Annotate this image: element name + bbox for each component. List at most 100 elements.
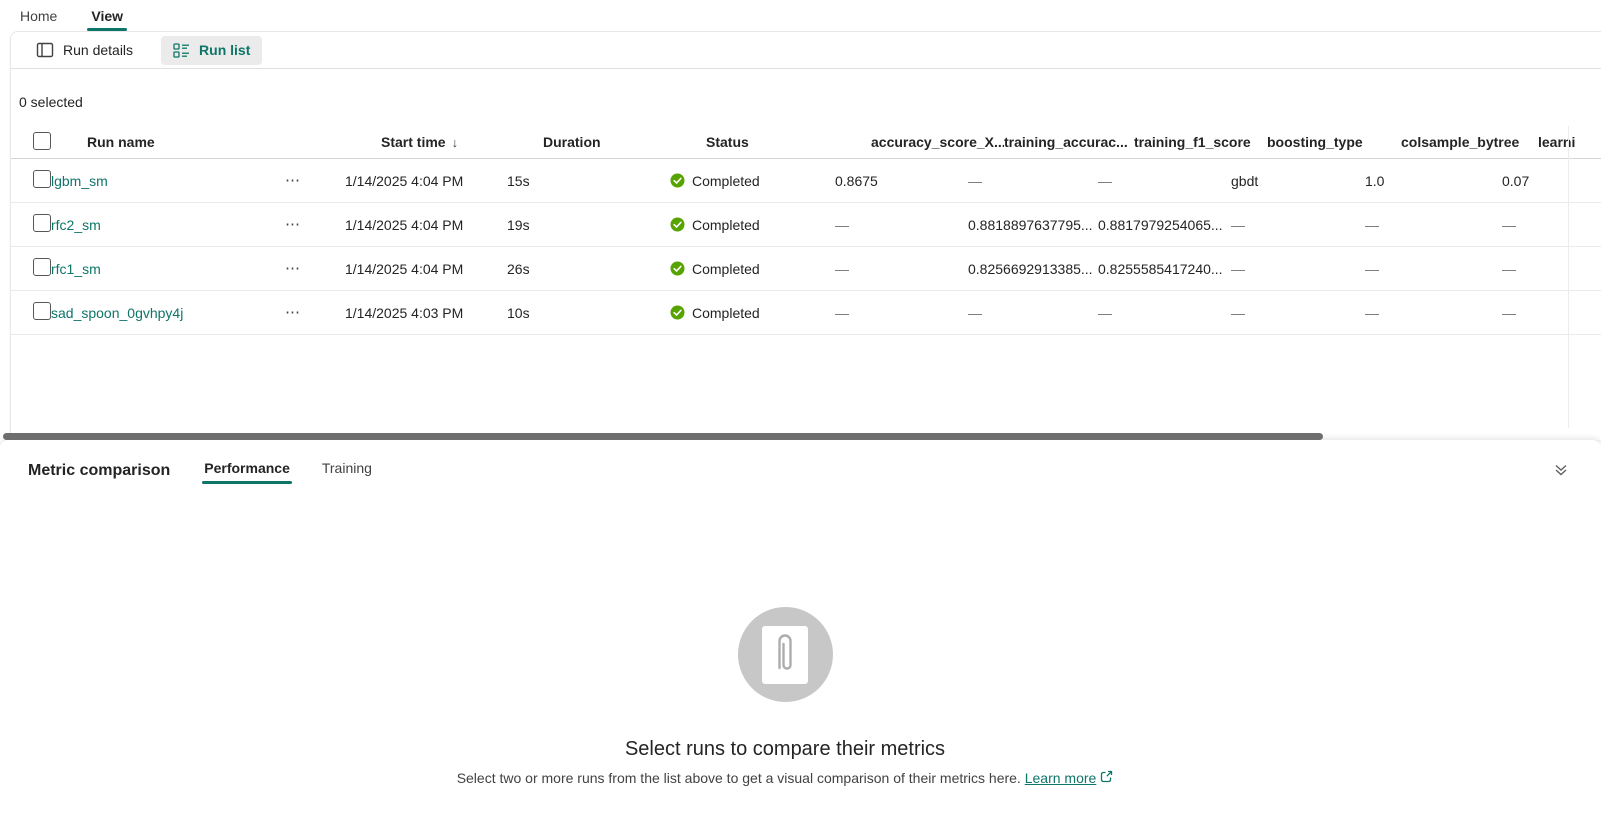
metric-cell: 0.07 — [1502, 172, 1530, 189]
column-header[interactable]: accuracy_score_X... — [871, 134, 1004, 150]
tab-training[interactable]: Training — [320, 456, 374, 486]
tab-performance[interactable]: Performance — [202, 456, 292, 486]
horizontal-scrollbar-thumb[interactable] — [3, 433, 1323, 440]
run-name-cell: sad_spoon_0gvhpy4j ⋯ — [51, 305, 345, 321]
metric-cell: — — [968, 304, 982, 321]
metric-cell: — — [968, 172, 982, 189]
column-header[interactable]: boosting_type — [1267, 134, 1401, 150]
start-time-cell: 1/14/2025 4:04 PM — [345, 260, 464, 277]
status-cell: Completed — [670, 173, 835, 189]
run-name-link[interactable]: lgbm_sm — [51, 173, 108, 189]
row-checkbox[interactable] — [33, 214, 51, 232]
metric-cell: 0.8256692913385... — [968, 260, 1093, 277]
empty-state-description-text: Select two or more runs from the list ab… — [456, 770, 1021, 786]
status-cell: Completed — [670, 261, 835, 277]
column-header-label: colsample_bytree — [1401, 134, 1520, 150]
table-row[interactable]: rfc1_sm ⋯ 1/14/2025 4:04 PM 26s Complete… — [11, 247, 1601, 291]
column-header-label: boosting_type — [1267, 134, 1363, 150]
run-list-button[interactable]: Run list — [161, 35, 263, 65]
metric-cell: 1.0 — [1365, 172, 1385, 189]
table-row[interactable]: rfc2_sm ⋯ 1/14/2025 4:04 PM 19s Complete… — [11, 203, 1601, 247]
duration-cell: 19s — [507, 216, 530, 233]
learn-more-link[interactable]: Learn more — [1025, 770, 1114, 786]
column-header-label: training_f1_score — [1134, 134, 1251, 150]
selection-status: 0 selected — [19, 94, 83, 110]
status-label: Completed — [692, 172, 760, 189]
double-chevron-down-icon — [1553, 462, 1569, 481]
metric-cell: — — [835, 304, 849, 321]
metric-cell: — — [1231, 260, 1245, 277]
column-header-label: Start time — [381, 134, 446, 150]
completed-status-icon — [670, 305, 685, 320]
more-actions-button[interactable]: ⋯ — [285, 305, 301, 320]
row-checkbox-cell — [11, 170, 51, 191]
status-label: Completed — [692, 304, 760, 321]
run-name-link[interactable]: sad_spoon_0gvhpy4j — [51, 305, 183, 321]
run-name-cell: lgbm_sm ⋯ — [51, 173, 345, 189]
run-name-cell: rfc1_sm ⋯ — [51, 261, 345, 277]
run-name-cell: rfc2_sm ⋯ — [51, 217, 345, 233]
run-name-link[interactable]: rfc2_sm — [51, 217, 101, 233]
column-header-label: accuracy_score_X... — [871, 134, 1004, 150]
attachment-document-icon — [762, 625, 808, 684]
tab-view[interactable]: View — [87, 2, 127, 31]
column-header[interactable]: colsample_bytree — [1401, 134, 1538, 150]
more-actions-button[interactable]: ⋯ — [285, 217, 301, 232]
ribbon-tabstrip: Home View — [0, 0, 1601, 31]
column-header[interactable]: Status — [706, 134, 871, 150]
column-header-label: Duration — [543, 134, 601, 150]
column-header[interactable]: Run name — [87, 134, 381, 150]
metric-cell: — — [1098, 304, 1112, 321]
table-row[interactable]: sad_spoon_0gvhpy4j ⋯ 1/14/2025 4:03 PM 1… — [11, 291, 1601, 335]
tab-home[interactable]: Home — [18, 2, 59, 30]
table-right-divider — [1568, 126, 1569, 428]
metric-panel-title: Metric comparison — [28, 462, 171, 479]
duration-cell: 10s — [507, 304, 530, 321]
table-row[interactable]: lgbm_sm ⋯ 1/14/2025 4:04 PM 15s Complete… — [11, 159, 1601, 203]
metric-comparison-panel: Metric comparison Performance Training S — [0, 440, 1601, 835]
more-actions-button[interactable]: ⋯ — [285, 173, 301, 188]
metric-cell: — — [835, 260, 849, 277]
completed-status-icon — [670, 261, 685, 276]
run-table: Run name Start time ↓ Duration Status accurac… — [11, 126, 1601, 335]
run-details-button[interactable]: Run details — [24, 36, 145, 65]
column-header[interactable]: learni — [1538, 134, 1601, 150]
row-checkbox-cell — [11, 258, 51, 279]
column-header-label: Run name — [87, 134, 155, 150]
external-link-icon — [1100, 770, 1113, 786]
duration-cell: 15s — [507, 172, 530, 189]
row-checkbox[interactable] — [33, 170, 51, 188]
collapse-panel-button[interactable] — [1549, 458, 1573, 485]
status-label: Completed — [692, 260, 760, 277]
status-cell: Completed — [670, 305, 835, 321]
empty-state-heading: Select runs to compare their metrics — [624, 738, 946, 760]
paperclip-icon — [772, 632, 798, 677]
column-header[interactable]: Duration — [543, 134, 706, 150]
column-header[interactable]: training_f1_score — [1134, 134, 1267, 150]
header-checkbox-cell — [11, 131, 87, 153]
select-all-checkbox[interactable] — [33, 131, 51, 150]
row-checkbox-cell — [11, 302, 51, 323]
completed-status-icon — [670, 217, 685, 232]
empty-state-badge — [737, 607, 833, 702]
metric-cell: — — [1098, 172, 1112, 189]
metric-panel-header: Metric comparison Performance Training — [0, 440, 1601, 486]
column-header[interactable]: Start time ↓ — [381, 134, 543, 150]
metric-cell: — — [835, 216, 849, 233]
more-actions-button[interactable]: ⋯ — [285, 261, 301, 276]
column-header-label: learni — [1538, 134, 1576, 150]
row-checkbox[interactable] — [33, 302, 51, 320]
row-checkbox[interactable] — [33, 258, 51, 276]
start-time-cell: 1/14/2025 4:04 PM — [345, 172, 464, 189]
table-body: lgbm_sm ⋯ 1/14/2025 4:04 PM 15s Complete… — [11, 159, 1601, 335]
metric-cell: 0.8818897637795... — [968, 216, 1093, 233]
column-header[interactable]: training_accurac... — [1004, 134, 1134, 150]
metric-cell: — — [1502, 216, 1516, 233]
table-header-row: Run name Start time ↓ Duration Status accurac… — [11, 126, 1601, 159]
run-name-link[interactable]: rfc1_sm — [51, 261, 101, 277]
column-header-label: training_accurac... — [1004, 134, 1128, 150]
metric-cell: 0.8255585417240... — [1098, 260, 1223, 277]
metric-cell: — — [1231, 304, 1245, 321]
empty-state-description: Select two or more runs from the list ab… — [0, 770, 1570, 786]
metric-cell: — — [1231, 216, 1245, 233]
